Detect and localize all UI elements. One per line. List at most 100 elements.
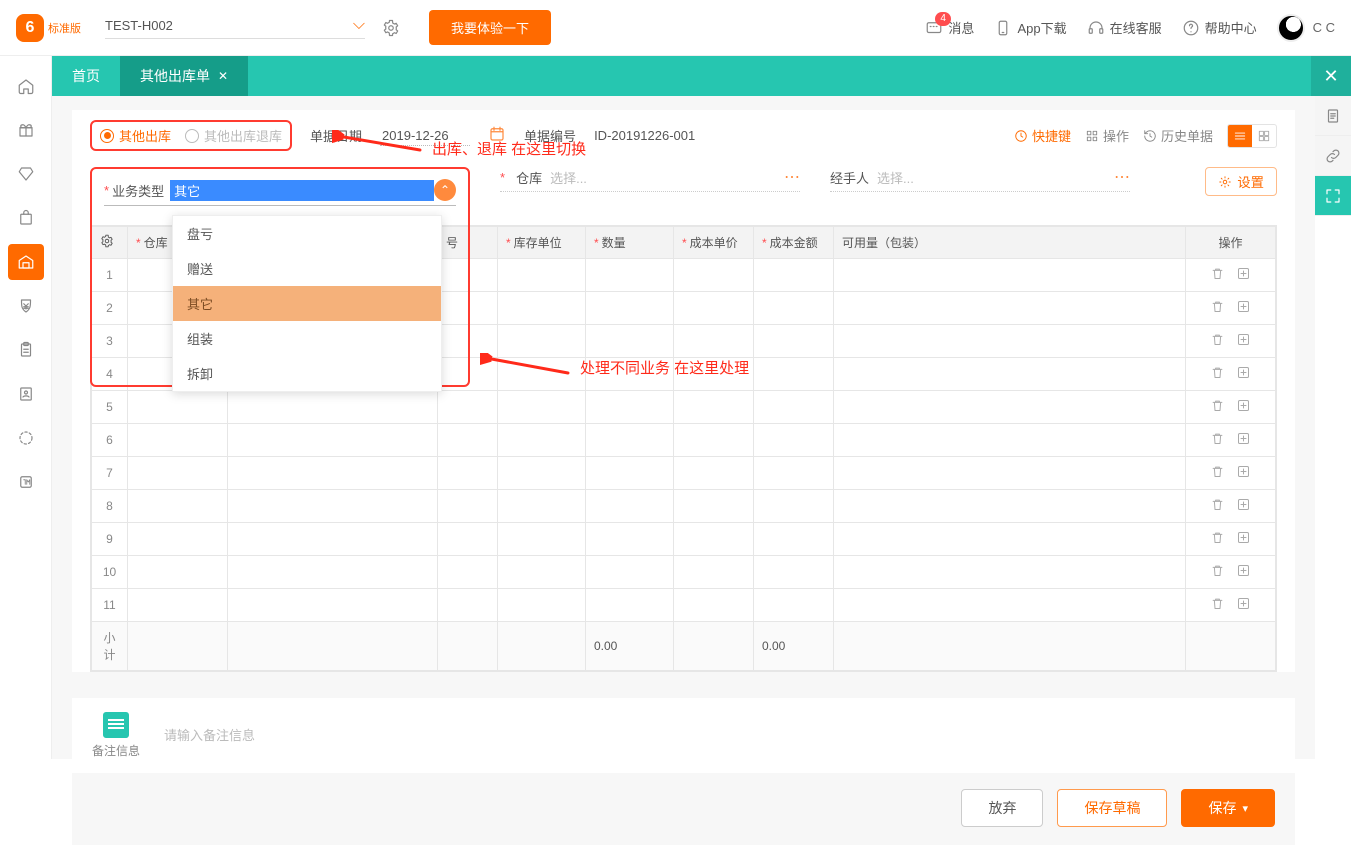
add-row-icon[interactable] — [1236, 464, 1251, 479]
table-row[interactable]: 7 — [92, 457, 1276, 490]
delete-icon[interactable] — [1210, 431, 1225, 446]
app-logo: 6 — [16, 14, 44, 42]
outbound-type-radio-group: 其他出库 其他出库退库 — [90, 120, 292, 151]
save-button[interactable]: 保存▾ — [1181, 789, 1275, 827]
operate-menu[interactable]: 操作 — [1085, 126, 1129, 145]
dropdown-option[interactable]: 赠送 — [173, 251, 441, 286]
tab-other-outbound[interactable]: 其他出库单 ✕ — [120, 56, 248, 96]
dropdown-option[interactable]: 其它 — [173, 286, 441, 321]
settings-button[interactable]: 设置 — [1205, 167, 1277, 196]
rail-doc-icon[interactable] — [1315, 96, 1351, 136]
help-icon — [1182, 19, 1200, 37]
doc-date-input[interactable]: 2019-12-26 — [380, 126, 470, 146]
org-selector[interactable]: TEST-H002 ⌵ — [105, 16, 365, 39]
delete-icon[interactable] — [1210, 497, 1225, 512]
table-row[interactable]: 6 — [92, 424, 1276, 457]
phone-icon — [994, 19, 1012, 37]
note-icon — [103, 712, 129, 738]
chevron-down-icon: ▾ — [1242, 802, 1248, 815]
nav-home-icon[interactable] — [8, 68, 44, 104]
business-type-value[interactable]: 其它 — [170, 180, 434, 201]
subtotal-row: 小计 0.00 0.00 — [92, 622, 1276, 671]
table-row[interactable]: 11 — [92, 589, 1276, 622]
table-row[interactable]: 5 — [92, 391, 1276, 424]
handler-field[interactable]: 经手人 选择... ⋯ — [830, 167, 1130, 192]
delete-icon[interactable] — [1210, 596, 1225, 611]
app-header: 6 标准版 TEST-H002 ⌵ 我要体验一下 4 消息 App下载 在线客服… — [0, 0, 1351, 56]
view-toggle — [1227, 124, 1277, 148]
nav-account-icon[interactable] — [8, 376, 44, 412]
nav-sync-icon[interactable] — [8, 420, 44, 456]
dropdown-option[interactable]: 盘亏 — [173, 216, 441, 251]
add-row-icon[interactable] — [1236, 530, 1251, 545]
nav-new-icon[interactable] — [8, 464, 44, 500]
main-content: 其他出库 其他出库退库 单据日期 2019-12-26 单据编号 ID-2019… — [52, 96, 1315, 759]
user-avatar[interactable] — [1277, 14, 1305, 42]
nav-gift-icon[interactable] — [8, 112, 44, 148]
remark-label: 备注信息 — [92, 742, 140, 759]
radio-outbound[interactable]: 其他出库 — [100, 126, 171, 145]
discard-button[interactable]: 放弃 — [961, 789, 1043, 827]
dropdown-option[interactable]: 组装 — [173, 321, 441, 356]
rail-expand-icon[interactable] — [1315, 176, 1351, 216]
header-messages[interactable]: 4 消息 — [925, 18, 974, 37]
header-help[interactable]: 帮助中心 — [1182, 18, 1257, 37]
tab-home[interactable]: 首页 — [52, 56, 120, 96]
delete-icon[interactable] — [1210, 398, 1225, 413]
table-row[interactable]: 9 — [92, 523, 1276, 556]
shortcut-link[interactable]: 快捷键 — [1014, 126, 1071, 145]
nav-diamond-icon[interactable] — [8, 156, 44, 192]
doc-no-label: 单据编号 — [524, 126, 576, 145]
delete-icon[interactable] — [1210, 464, 1225, 479]
toolbar-row: 其他出库 其他出库退库 单据日期 2019-12-26 单据编号 ID-2019… — [90, 120, 1277, 151]
doc-date-label: 单据日期 — [310, 126, 362, 145]
history-link[interactable]: 历史单据 — [1143, 126, 1213, 145]
radio-outbound-return[interactable]: 其他出库退库 — [185, 126, 282, 145]
calendar-icon[interactable] — [488, 125, 506, 146]
rail-link-icon[interactable] — [1315, 136, 1351, 176]
user-name: C C — [1313, 20, 1335, 35]
nav-warehouse-icon[interactable] — [8, 244, 44, 280]
more-icon[interactable]: ⋯ — [784, 167, 800, 187]
more-icon[interactable]: ⋯ — [1114, 167, 1130, 187]
nav-clipboard-icon[interactable] — [8, 332, 44, 368]
handler-label: 经手人 — [830, 168, 869, 187]
save-draft-button[interactable]: 保存草稿 — [1057, 789, 1167, 827]
nav-bag-icon[interactable] — [8, 200, 44, 236]
tab-bar: 首页 其他出库单 ✕ ✕ — [52, 56, 1351, 96]
header-app-download[interactable]: App下载 — [994, 18, 1066, 37]
warehouse-placeholder: 选择... — [550, 168, 776, 187]
remark-section: 备注信息 — [72, 694, 1295, 773]
close-icon[interactable]: ✕ — [218, 69, 228, 83]
add-row-icon[interactable] — [1236, 431, 1251, 446]
try-button[interactable]: 我要体验一下 — [429, 10, 551, 45]
header-customer-service[interactable]: 在线客服 — [1087, 18, 1162, 37]
view-grid-icon[interactable] — [1252, 125, 1276, 147]
add-row-icon[interactable] — [1236, 596, 1251, 611]
org-name: TEST-H002 — [105, 18, 353, 33]
view-list-icon[interactable] — [1228, 125, 1252, 147]
table-row[interactable]: 10 — [92, 556, 1276, 589]
chevron-up-icon[interactable]: ⌃ — [434, 179, 456, 201]
add-row-icon[interactable] — [1236, 497, 1251, 512]
edition-label: 标准版 — [48, 20, 81, 36]
footer-actions: 放弃 保存草稿 保存▾ — [72, 773, 1295, 845]
handler-placeholder: 选择... — [877, 168, 1106, 187]
remark-input[interactable] — [164, 728, 1275, 743]
dropdown-option[interactable]: 拆卸 — [173, 356, 441, 391]
table-row[interactable]: 8 — [92, 490, 1276, 523]
delete-icon[interactable] — [1210, 563, 1225, 578]
message-badge: 4 — [935, 12, 951, 26]
doc-no-value: ID-20191226-001 — [594, 128, 695, 143]
right-rail — [1315, 96, 1351, 216]
tabbar-close-button[interactable]: ✕ — [1311, 56, 1351, 96]
delete-icon[interactable] — [1210, 530, 1225, 545]
add-row-icon[interactable] — [1236, 563, 1251, 578]
business-type-dropdown: 盘亏 赠送 其它 组装 拆卸 — [172, 215, 442, 392]
warehouse-field[interactable]: * 仓库 选择... ⋯ — [500, 167, 800, 192]
left-sidebar — [0, 56, 52, 759]
annotation-middle: 处理不同业务 在这里处理 — [480, 351, 749, 378]
add-row-icon[interactable] — [1236, 398, 1251, 413]
nav-money-icon[interactable] — [8, 288, 44, 324]
settings-gear-icon[interactable] — [377, 14, 405, 42]
